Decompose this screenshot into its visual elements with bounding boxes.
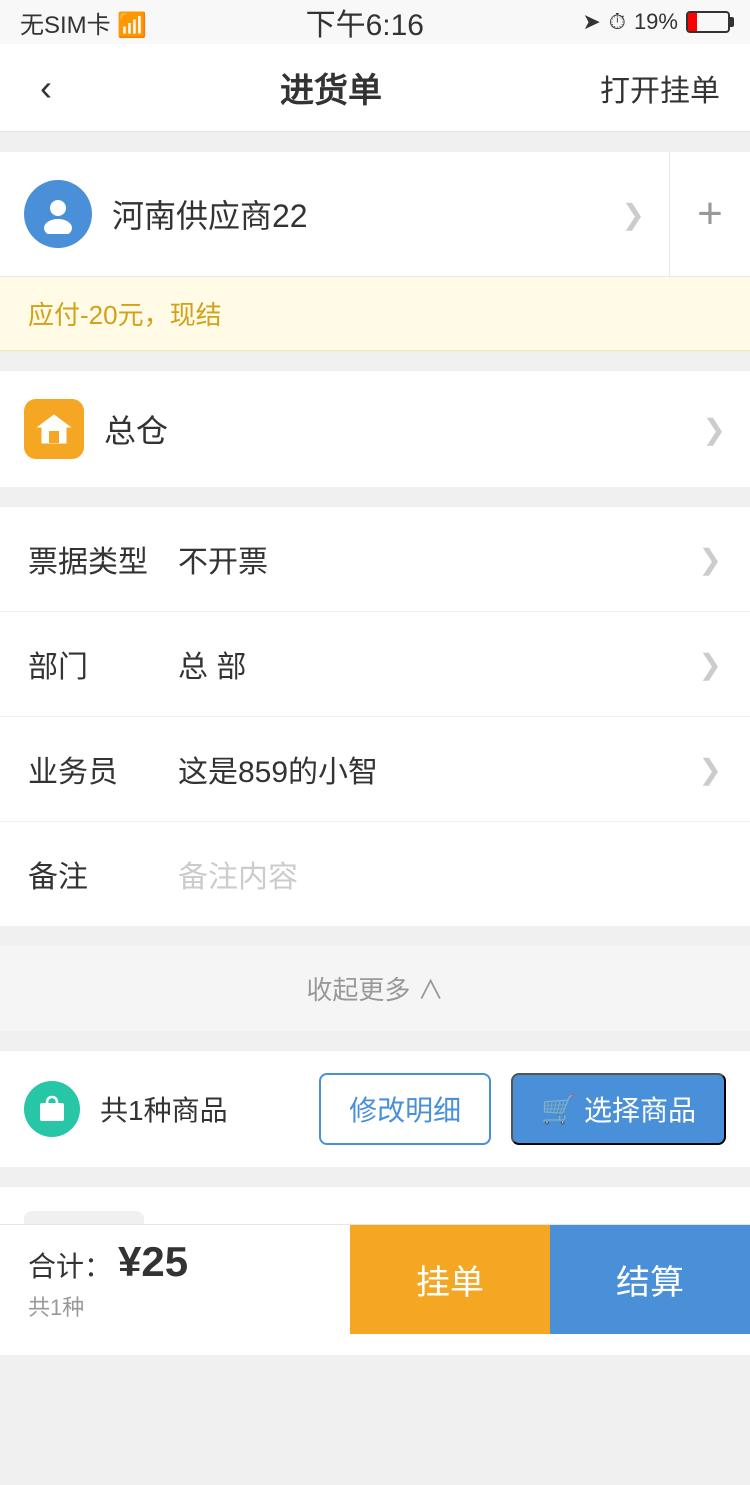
select-product-icon: 🛒 [541,1093,576,1126]
person-icon [38,194,78,234]
invoice-row[interactable]: 票据类型 不开票 ❯ [0,507,750,612]
total-amount: 合计： ¥25 [28,1238,322,1286]
supplier-avatar [24,180,92,248]
products-icon [24,1081,80,1137]
notice-bar: 应付-20元，现结 [0,277,750,351]
dept-value: 总 部 [148,642,689,686]
supplier-name: 河南供应商22 [112,191,612,237]
checkout-label: 结算 [616,1255,684,1304]
supplier-section: 河南供应商22 ❯ + [0,152,750,277]
alarm-icon: ⏱ [609,9,626,35]
network-text: 无SIM卡 📶 [20,5,147,40]
total-label: 合计： [28,1245,112,1285]
battery-percent: 19% [634,9,678,35]
remark-row[interactable]: 备注 备注内容 [0,822,750,926]
remark-label: 备注 [28,852,148,896]
chevron-right-icon: ❯ [703,413,726,446]
bottom-bar: 合计： ¥25 共1种 挂单 结算 [0,1224,750,1334]
nav-bar: ‹ 进货单 打开挂单 [0,44,750,132]
warehouse-name: 总仓 [104,406,693,452]
select-product-button[interactable]: 🛒 选择商品 [511,1073,726,1145]
warehouse-section[interactable]: 总仓 ❯ [0,371,750,487]
hang-button[interactable]: 挂单 [350,1225,550,1334]
edit-detail-button[interactable]: 修改明细 [319,1073,491,1145]
bottom-padding [0,1355,750,1485]
battery-icon [686,11,730,33]
chevron-right-icon: ❯ [622,198,645,231]
add-supplier-button[interactable]: + [670,152,750,276]
staff-row[interactable]: 业务员 这是859的小智 ❯ [0,717,750,822]
staff-value: 这是859的小智 [148,747,689,791]
invoice-label: 票据类型 [28,537,148,581]
chevron-right-icon: ❯ [699,648,722,681]
staff-label: 业务员 [28,747,148,791]
page-title: 进货单 [280,63,382,112]
total-value: ¥25 [118,1238,188,1286]
back-button[interactable]: ‹ [30,57,62,119]
products-count: 共1种商品 [100,1089,299,1129]
products-header: 共1种商品 修改明细 🛒 选择商品 [0,1051,750,1167]
form-section: 票据类型 不开票 ❯ 部门 总 部 ❯ 业务员 这是859的小智 ❯ 备注 备注… [0,507,750,926]
supplier-row[interactable]: 河南供应商22 ❯ [0,152,670,276]
chevron-right-icon: ❯ [699,753,722,786]
dept-label: 部门 [28,642,148,686]
invoice-value: 不开票 [148,537,689,581]
total-section: 合计： ¥25 共1种 [0,1225,350,1334]
divider-top [0,132,750,152]
bag-icon [36,1093,68,1125]
house-icon [36,411,72,447]
open-pending-button[interactable]: 打开挂单 [600,66,720,110]
checkout-button[interactable]: 结算 [550,1225,750,1334]
status-network: 无SIM卡 📶 [20,5,147,40]
dept-row[interactable]: 部门 总 部 ❯ [0,612,750,717]
status-bar: 无SIM卡 📶 下午6:16 ➤ ⏱ 19% [0,0,750,44]
total-sub: 共1种 [28,1290,322,1322]
collapse-bar[interactable]: 收起更多 ∧ [0,946,750,1031]
warehouse-icon [24,399,84,459]
chevron-right-icon: ❯ [699,543,722,576]
hang-label: 挂单 [416,1255,484,1304]
location-icon: ➤ [582,9,600,35]
status-time: 下午6:16 [306,0,424,44]
status-right: ➤ ⏱ 19% [582,9,730,35]
select-product-label: 选择商品 [584,1089,696,1129]
collapse-label: 收起更多 ∧ [306,970,443,1007]
remark-input[interactable]: 备注内容 [148,852,722,896]
